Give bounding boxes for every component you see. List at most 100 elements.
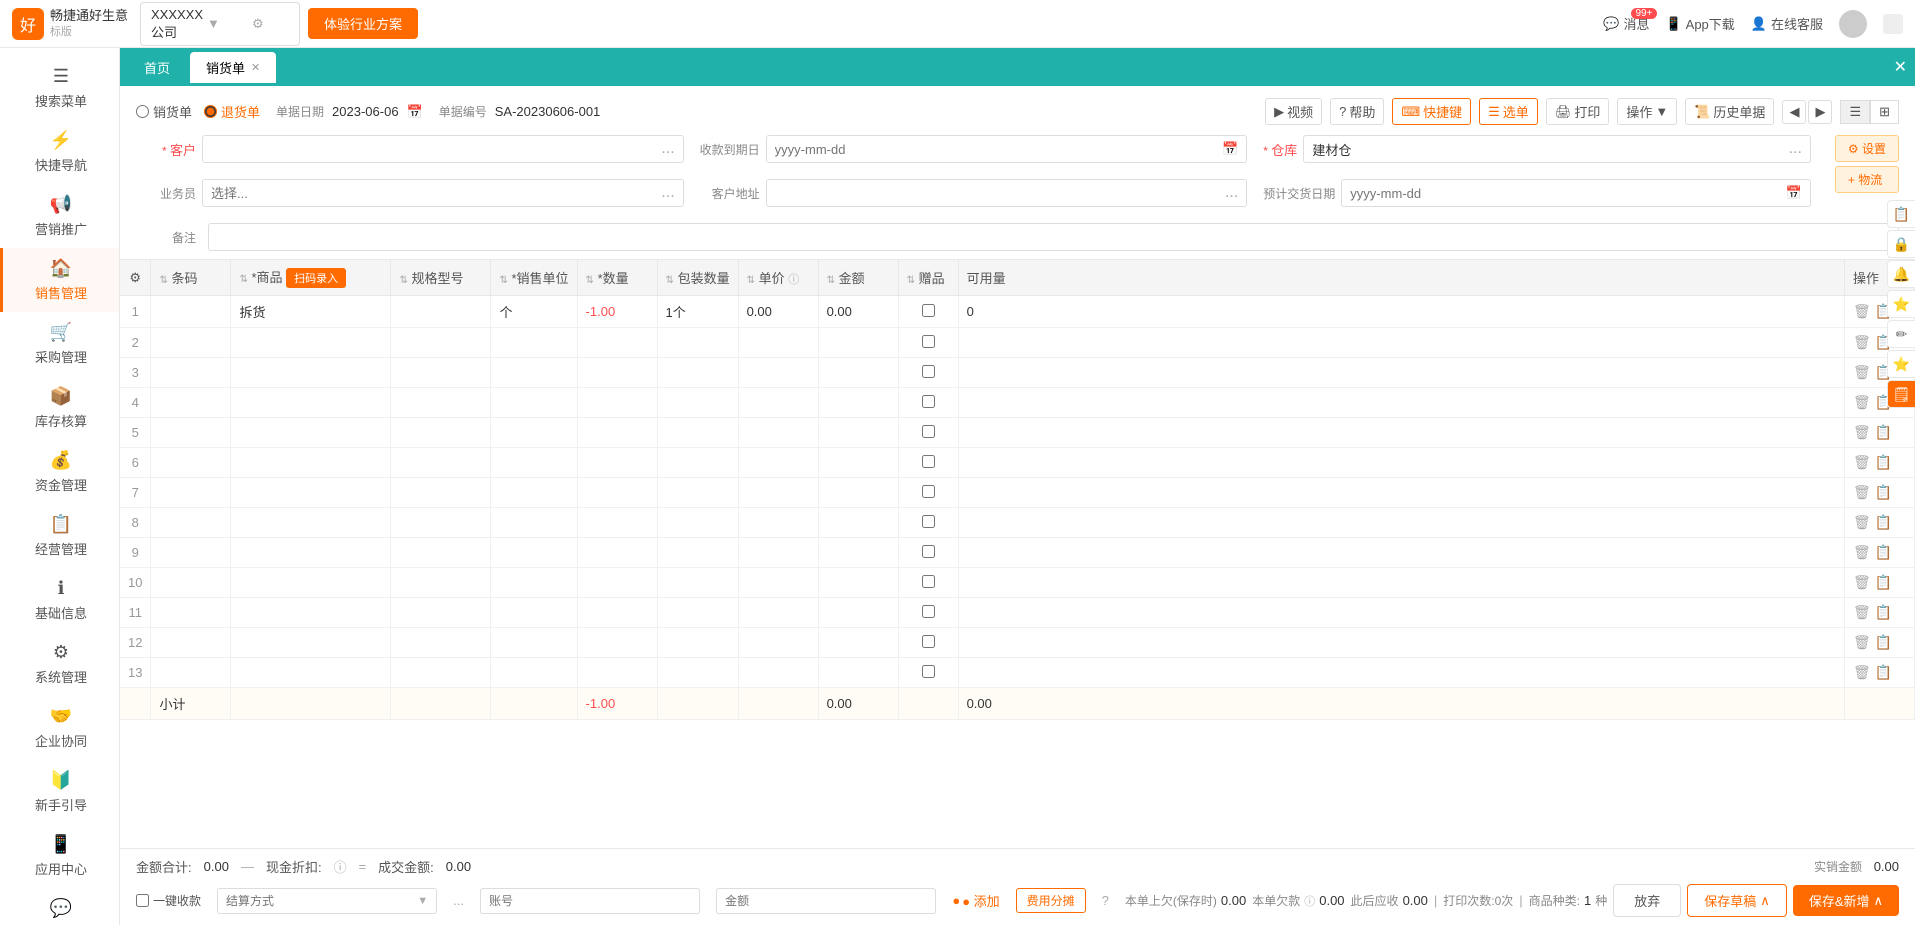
- cell-qty[interactable]: [577, 568, 657, 598]
- warehouse-dots-icon[interactable]: ...: [1789, 140, 1802, 158]
- nav-prev-btn[interactable]: ◀: [1782, 100, 1806, 124]
- cell-qty[interactable]: [577, 598, 657, 628]
- sidebar-item-sales-mgmt[interactable]: 🏠 销售管理: [0, 248, 119, 312]
- app-download-btn[interactable]: 📱 App下载: [1665, 14, 1734, 33]
- cell-barcode[interactable]: [151, 296, 231, 328]
- cell-gift[interactable]: [898, 658, 958, 688]
- cell-barcode[interactable]: [151, 508, 231, 538]
- copy-icon[interactable]: 📋: [1875, 574, 1892, 591]
- cell-spec[interactable]: [391, 388, 491, 418]
- customer-address-dots-icon[interactable]: ...: [1225, 184, 1238, 202]
- sidebar-item-basic-info[interactable]: ℹ 基础信息: [0, 568, 119, 632]
- cell-unit-price[interactable]: 0.00: [738, 296, 818, 328]
- cell-barcode[interactable]: [151, 658, 231, 688]
- account-input[interactable]: [489, 894, 691, 908]
- cell-unit-price[interactable]: [738, 658, 818, 688]
- copy-icon[interactable]: 📋: [1875, 484, 1892, 501]
- cell-spec[interactable]: [391, 418, 491, 448]
- cell-amount[interactable]: [818, 538, 898, 568]
- cell-product[interactable]: [231, 328, 391, 358]
- cell-spec[interactable]: [391, 358, 491, 388]
- cell-product[interactable]: [231, 358, 391, 388]
- cell-amount[interactable]: [818, 388, 898, 418]
- cell-product[interactable]: [231, 598, 391, 628]
- cell-spec[interactable]: [391, 328, 491, 358]
- cell-pack-qty[interactable]: [657, 508, 738, 538]
- sidebar-item-marketing[interactable]: 📢 营销推广: [0, 184, 119, 248]
- radio-sales[interactable]: 销货单: [136, 102, 192, 121]
- cell-gift[interactable]: [898, 328, 958, 358]
- sidebar-item-inventory[interactable]: 📦 库存核算: [0, 376, 119, 440]
- sidebar-item-beginner-guide[interactable]: 🔰 新手引导: [0, 760, 119, 824]
- delete-icon[interactable]: 🗑: [1853, 334, 1871, 351]
- cell-unit-price[interactable]: [738, 448, 818, 478]
- cell-pack-qty[interactable]: [657, 628, 738, 658]
- cell-amount[interactable]: [818, 598, 898, 628]
- setting-btn[interactable]: ⚙ 设置: [1835, 135, 1899, 162]
- sidebar-item-enterprise-wechat[interactable]: 💬 企业微信: [0, 888, 119, 925]
- warehouse-input[interactable]: [1312, 142, 1784, 157]
- cell-gift[interactable]: [898, 418, 958, 448]
- scan-btn[interactable]: 扫码录入: [286, 268, 346, 288]
- delete-icon[interactable]: 🗑: [1853, 604, 1871, 621]
- expected-delivery-calendar-icon[interactable]: 📅: [1786, 185, 1802, 201]
- cell-spec[interactable]: [391, 568, 491, 598]
- cell-spec[interactable]: [391, 296, 491, 328]
- view-grid-btn[interactable]: ⊞: [1870, 100, 1899, 124]
- one-click-pay-checkbox[interactable]: 一键收款: [136, 892, 201, 909]
- toolbar-select-btn[interactable]: ☰ 选单: [1479, 98, 1538, 125]
- delete-icon[interactable]: 🗑: [1853, 544, 1871, 561]
- cell-unit[interactable]: [491, 448, 577, 478]
- float-btn-7[interactable]: 🗒: [1887, 380, 1915, 408]
- cell-gift[interactable]: [898, 538, 958, 568]
- cell-unit[interactable]: [491, 628, 577, 658]
- cell-amount[interactable]: [818, 658, 898, 688]
- cell-amount[interactable]: 0.00: [818, 296, 898, 328]
- cell-unit[interactable]: [491, 478, 577, 508]
- this-order-due-info-icon[interactable]: ⓘ: [1304, 893, 1315, 909]
- expected-delivery-input[interactable]: [1350, 186, 1781, 201]
- cell-pack-qty[interactable]: [657, 478, 738, 508]
- delete-icon[interactable]: 🗑: [1853, 303, 1871, 320]
- cell-barcode[interactable]: [151, 388, 231, 418]
- cell-unit[interactable]: [491, 358, 577, 388]
- cell-barcode[interactable]: [151, 358, 231, 388]
- cell-gift[interactable]: [898, 568, 958, 598]
- cell-pack-qty[interactable]: [657, 388, 738, 418]
- cell-product[interactable]: [231, 628, 391, 658]
- cell-unit-price[interactable]: [738, 568, 818, 598]
- avatar[interactable]: [1839, 10, 1867, 38]
- cell-pack-qty[interactable]: [657, 328, 738, 358]
- sidebar-item-quick-nav[interactable]: ⚡ 快捷导航: [0, 120, 119, 184]
- cell-qty[interactable]: [577, 658, 657, 688]
- delete-icon[interactable]: 🗑: [1853, 514, 1871, 531]
- cell-unit-price[interactable]: [738, 478, 818, 508]
- cell-qty[interactable]: [577, 508, 657, 538]
- cell-spec[interactable]: [391, 538, 491, 568]
- delete-icon[interactable]: 🗑: [1853, 424, 1871, 441]
- float-btn-5[interactable]: ✏: [1887, 320, 1915, 348]
- cell-qty[interactable]: [577, 538, 657, 568]
- save-new-dropdown-icon[interactable]: ∧: [1873, 893, 1883, 909]
- cell-spec[interactable]: [391, 658, 491, 688]
- sidebar-item-enterprise-collab[interactable]: 🤝 企业协同: [0, 696, 119, 760]
- cell-qty[interactable]: [577, 388, 657, 418]
- float-btn-2[interactable]: 🔒: [1887, 230, 1915, 258]
- sidebar-item-app-center[interactable]: 📱 应用中心: [0, 824, 119, 888]
- copy-icon[interactable]: 📋: [1875, 664, 1892, 681]
- delete-icon[interactable]: 🗑: [1853, 484, 1871, 501]
- cell-qty[interactable]: -1.00: [577, 296, 657, 328]
- customer-address-input[interactable]: [775, 186, 1221, 201]
- toolbar-print-btn[interactable]: 🖨 打印: [1546, 98, 1610, 125]
- copy-icon[interactable]: 📋: [1875, 544, 1892, 561]
- cell-amount[interactable]: [818, 448, 898, 478]
- cell-gift[interactable]: [898, 388, 958, 418]
- amount-input[interactable]: [725, 894, 927, 908]
- tab-sales-order[interactable]: 销货单 ✕: [190, 52, 276, 83]
- cash-discount-info-icon[interactable]: ⓘ: [334, 857, 347, 876]
- float-btn-1[interactable]: 📋: [1887, 200, 1915, 228]
- tab-bar-close-btn[interactable]: ✕: [1894, 57, 1907, 77]
- remarks-input[interactable]: [217, 230, 1890, 245]
- sidebar-item-operation-mgmt[interactable]: 📋 经营管理: [0, 504, 119, 568]
- company-selector[interactable]: XXXXXX公司 ▼ ⚙: [140, 2, 300, 46]
